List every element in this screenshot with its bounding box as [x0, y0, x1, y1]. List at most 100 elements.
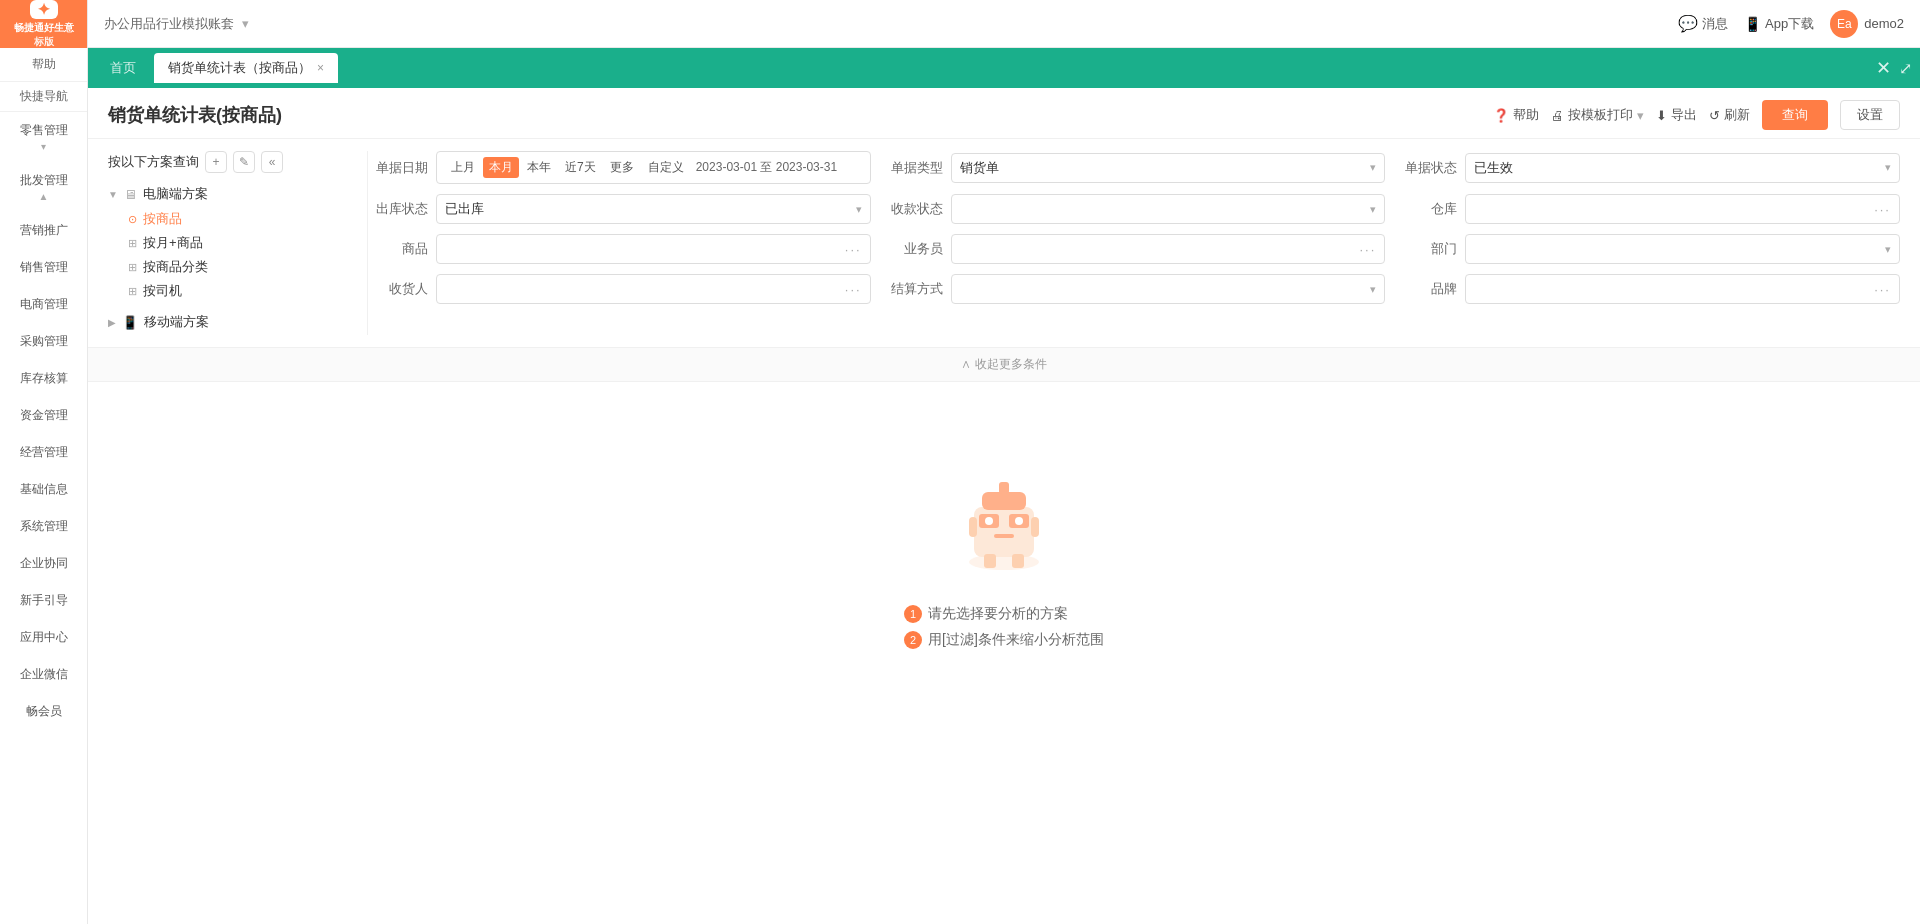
empty-tip-1: 1 请先选择要分析的方案 [904, 605, 1104, 623]
tab-sales-stat[interactable]: 销货单统计表（按商品） × [154, 53, 338, 83]
doc-type-arrow: ▾ [1370, 161, 1376, 174]
sidebar-item-basic[interactable]: 基础信息 [0, 471, 87, 508]
svg-rect-6 [994, 534, 1014, 538]
doc-status-arrow: ▾ [1885, 161, 1891, 174]
ecommerce-label: 电商管理 [20, 296, 68, 313]
tab-expand: ✕ ⤢ [1876, 57, 1912, 79]
tree-group-mobile[interactable]: ▶ 📱 移动端方案 [108, 309, 355, 335]
recipient-control[interactable]: ··· [436, 274, 871, 304]
tree-item-by-goods-cat[interactable]: ⊞ 按商品分类 [128, 255, 355, 279]
tab-home-label: 首页 [110, 59, 136, 77]
print-btn[interactable]: 🖨 按模板打印 ▾ [1551, 106, 1644, 124]
date-filter-control[interactable]: 上月 本月 本年 近7天 更多 自定义 2023-03-01 至 2023-03… [436, 151, 871, 184]
main-area: 办公用品行业模拟账套 ▾ 💬 消息 📱 App下载 Ea demo2 首页 [88, 0, 1920, 924]
dept-label: 部门 [1405, 240, 1457, 258]
svg-rect-10 [1012, 554, 1024, 568]
brand-control[interactable]: ··· [1465, 274, 1900, 304]
query-button[interactable]: 查询 [1762, 100, 1828, 130]
page-header: 销货单统计表(按商品) ❓ 帮助 🖨 按模板打印 ▾ ⬇ 导出 [88, 88, 1920, 139]
settle-label: 结算方式 [891, 280, 943, 298]
sidebar-item-retail[interactable]: 零售管理 ▾ [0, 112, 87, 162]
sidebar-item-member[interactable]: 畅会员 [0, 693, 87, 730]
doc-status-control[interactable]: 已生效 ▾ [1465, 153, 1900, 183]
filter-scheme-panel: 按以下方案查询 + ✎ « ▼ 🖥 [108, 151, 368, 335]
empty-tips: 1 请先选择要分析的方案 2 用[过滤]条件来缩小分析范围 [904, 605, 1104, 649]
user-menu[interactable]: Ea demo2 [1830, 10, 1904, 38]
empty-illustration [944, 462, 1064, 585]
sidebar-item-ecommerce[interactable]: 电商管理 [0, 286, 87, 323]
sidebar-item-marketing[interactable]: 营销推广 [0, 212, 87, 249]
refresh-btn[interactable]: ↺ 刷新 [1709, 106, 1750, 124]
goods-control[interactable]: ··· [436, 234, 871, 264]
help-label: 帮助 [1513, 106, 1539, 124]
tip-text-2: 用[过滤]条件来缩小分析范围 [928, 631, 1104, 649]
sidebar-item-system[interactable]: 系统管理 [0, 508, 87, 545]
sidebar-item-operations[interactable]: 经营管理 [0, 434, 87, 471]
message-btn[interactable]: 💬 消息 [1678, 14, 1728, 33]
pay-status-label: 收款状态 [891, 200, 943, 218]
app-download-btn[interactable]: 📱 App下载 [1744, 15, 1814, 33]
edit-icon: ✎ [239, 155, 249, 169]
scheme-add-btn[interactable]: + [205, 151, 227, 173]
dept-arrow: ▾ [1885, 243, 1891, 256]
collapse-bar[interactable]: ∧ 收起更多条件 [88, 348, 1920, 382]
purchase-label: 采购管理 [20, 333, 68, 350]
doc-status-value: 已生效 [1474, 159, 1513, 177]
scheme-edit-btn[interactable]: ✎ [233, 151, 255, 173]
date-tab-more[interactable]: 更多 [604, 157, 640, 178]
close-window-icon[interactable]: ✕ [1876, 57, 1891, 79]
sidebar-item-wholesale[interactable]: 批发管理 ▲ [0, 162, 87, 212]
inventory-label: 库存核算 [20, 370, 68, 387]
corp-label: 企业协同 [20, 555, 68, 572]
refresh-label: 刷新 [1724, 106, 1750, 124]
warehouse-control[interactable]: ··· [1465, 194, 1900, 224]
help-btn[interactable]: ❓ 帮助 [1493, 106, 1539, 124]
logo-subtitle: 标版 [34, 35, 54, 49]
settle-control[interactable]: ▾ [951, 274, 1386, 304]
out-status-label: 出库状态 [376, 200, 428, 218]
out-status-arrow: ▾ [856, 203, 862, 216]
filter-panel: 按以下方案查询 + ✎ « ▼ 🖥 [88, 139, 1920, 348]
print-label: 按模板打印 [1568, 106, 1633, 124]
sidebar-item-sales[interactable]: 销售管理 [0, 249, 87, 286]
export-icon: ⬇ [1656, 108, 1667, 123]
sidebar-item-corp[interactable]: 企业协同 [0, 545, 87, 582]
sidebar-item-inventory[interactable]: 库存核算 [0, 360, 87, 397]
settle-arrow: ▾ [1370, 283, 1376, 296]
tree-item-by-customer[interactable]: ⊞ 按司机 [128, 279, 355, 303]
by-customer-label: 按司机 [143, 282, 182, 300]
date-tab-custom[interactable]: 自定义 [642, 157, 690, 178]
sales-label: 销售管理 [20, 259, 68, 276]
tree-label-mobile: 移动端方案 [144, 313, 209, 331]
tab-home[interactable]: 首页 [96, 53, 150, 83]
date-tab-this-month[interactable]: 本月 [483, 157, 519, 178]
date-tab-last-month[interactable]: 上月 [445, 157, 481, 178]
date-tab-this-year[interactable]: 本年 [521, 157, 557, 178]
doc-type-control[interactable]: 销货单 ▾ [951, 153, 1386, 183]
scheme-collapse-btn[interactable]: « [261, 151, 283, 173]
date-tab-7days[interactable]: 近7天 [559, 157, 602, 178]
sidebar-item-newbie[interactable]: 新手引导 [0, 582, 87, 619]
appcenter-label: 应用中心 [20, 629, 68, 646]
tab-bar: 首页 销货单统计表（按商品） × ✕ ⤢ [88, 48, 1920, 88]
tab-close-icon[interactable]: × [317, 61, 324, 75]
quick-nav[interactable]: 快捷导航 [0, 82, 87, 112]
doc-type-label: 单据类型 [891, 159, 943, 177]
sidebar-item-wechat[interactable]: 企业微信 [0, 656, 87, 693]
tree-item-by-goods[interactable]: ⊙ 按商品 [128, 207, 355, 231]
tree-group-desktop[interactable]: ▼ 🖥 电脑端方案 [108, 181, 355, 207]
search-menu[interactable]: 帮助 [0, 48, 87, 82]
staff-control[interactable]: ··· [951, 234, 1386, 264]
industry-dropdown-icon[interactable]: ▾ [242, 16, 249, 31]
sidebar-item-purchase[interactable]: 采购管理 [0, 323, 87, 360]
pay-status-control[interactable]: ▾ [951, 194, 1386, 224]
settings-button[interactable]: 设置 [1840, 100, 1900, 130]
sidebar-item-appcenter[interactable]: 应用中心 [0, 619, 87, 656]
sidebar-item-finance[interactable]: 资金管理 [0, 397, 87, 434]
out-status-control[interactable]: 已出库 ▾ [436, 194, 871, 224]
tree-item-by-month-goods[interactable]: ⊞ 按月+商品 [128, 231, 355, 255]
dept-control[interactable]: ▾ [1465, 234, 1900, 264]
header-right: 💬 消息 📱 App下载 Ea demo2 [1678, 10, 1904, 38]
export-btn[interactable]: ⬇ 导出 [1656, 106, 1697, 124]
expand-icon[interactable]: ⤢ [1899, 59, 1912, 78]
